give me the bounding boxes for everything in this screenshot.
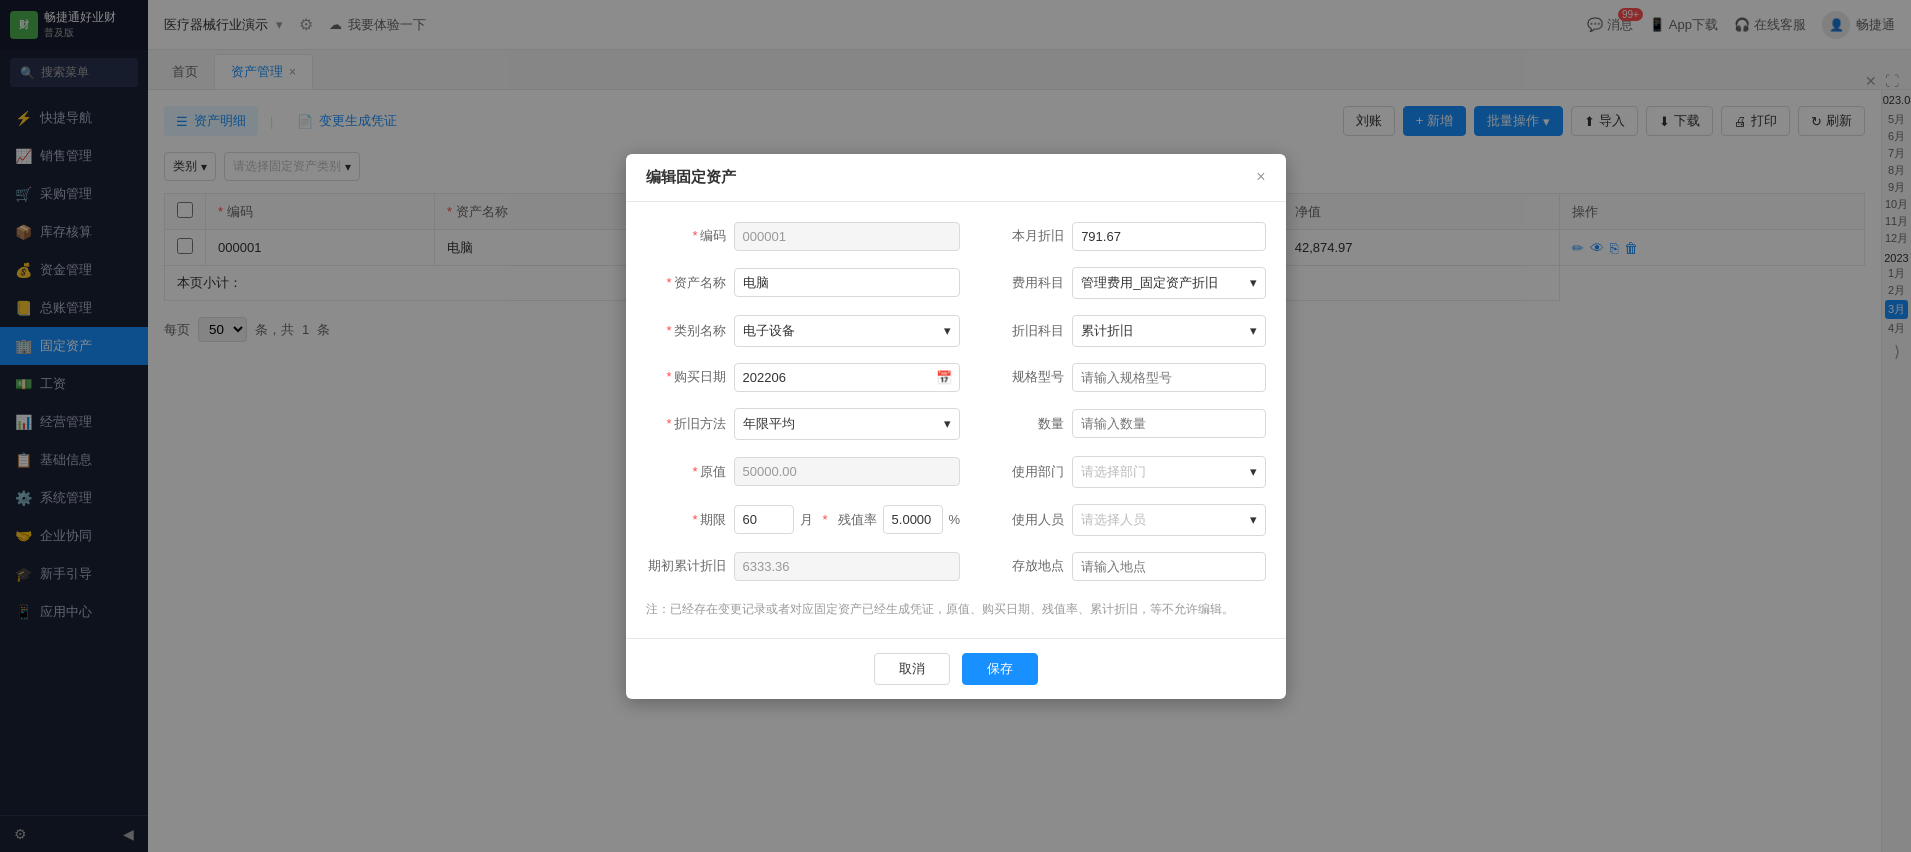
asset-name-label: *资产名称 <box>646 274 726 292</box>
monthly-depreciation-field: 本月折旧 <box>984 222 1265 251</box>
original-value-field: *原值 <box>646 456 961 488</box>
quantity-field: 数量 <box>984 408 1265 440</box>
spec-field: 规格型号 <box>984 363 1265 392</box>
purchase-date-label: *购买日期 <box>646 368 726 386</box>
monthly-depreciation-label: 本月折旧 <box>984 227 1064 245</box>
category-name-field: *类别名称 电子设备 ▾ <box>646 315 961 347</box>
depreciation-method-label: *折旧方法 <box>646 415 726 433</box>
original-value-input[interactable] <box>734 457 961 486</box>
asset-name-input[interactable] <box>734 268 961 297</box>
code-input[interactable] <box>734 222 961 251</box>
modal-footer: 取消 保存 <box>626 638 1286 699</box>
expense-subject-field: 费用科目 管理费用_固定资产折旧 ▾ <box>984 267 1265 299</box>
category-name-label: *类别名称 <box>646 322 726 340</box>
modal-overlay: 编辑固定资产 × *编码 本月折旧 <box>0 0 1911 852</box>
edit-asset-modal: 编辑固定资产 × *编码 本月折旧 <box>626 154 1286 699</box>
dept-dropdown-icon: ▾ <box>1250 464 1257 479</box>
quantity-input[interactable] <box>1072 409 1265 438</box>
expense-subject-select[interactable]: 管理费用_固定资产折旧 ▾ <box>1072 267 1265 299</box>
monthly-depreciation-input[interactable] <box>1072 222 1265 251</box>
dept-field: 使用部门 请选择部门 ▾ <box>984 456 1265 488</box>
calendar-icon[interactable]: 📅 <box>936 370 952 385</box>
code-field: *编码 <box>646 222 961 251</box>
asset-name-field: *资产名称 <box>646 267 961 299</box>
user-label: 使用人员 <box>984 511 1064 529</box>
initial-accumulated-field: 期初累计折旧 <box>646 552 961 581</box>
dept-select[interactable]: 请选择部门 ▾ <box>1072 456 1265 488</box>
depreciation-method-select[interactable]: 年限平均 ▾ <box>734 408 961 440</box>
form-note: 注：已经存在变更记录或者对应固定资产已经生成凭证，原值、购买日期、残值率、累计折… <box>646 601 1266 618</box>
depreciation-subject-field: 折旧科目 累计折旧 ▾ <box>984 315 1265 347</box>
modal-body: *编码 本月折旧 *资产名称 <box>626 202 1286 638</box>
purchase-date-field: *购买日期 📅 <box>646 363 961 392</box>
dept-label: 使用部门 <box>984 463 1064 481</box>
user-field: 使用人员 请选择人员 ▾ <box>984 504 1265 536</box>
location-input[interactable] <box>1072 552 1265 581</box>
initial-accumulated-label: 期初累计折旧 <box>646 557 726 575</box>
original-value-label: *原值 <box>646 463 726 481</box>
user-select[interactable]: 请选择人员 ▾ <box>1072 504 1265 536</box>
expense-subject-label: 费用科目 <box>984 274 1064 292</box>
depreciation-method-dropdown-icon: ▾ <box>944 416 951 431</box>
category-select[interactable]: 电子设备 ▾ <box>734 315 961 347</box>
code-label: *编码 <box>646 227 726 245</box>
period-inline: 月 * 残值率 % <box>734 505 961 534</box>
cancel-button[interactable]: 取消 <box>874 653 950 685</box>
residual-rate-input[interactable] <box>883 505 943 534</box>
period-label: *期限 <box>646 511 726 529</box>
depreciation-subject-dropdown-icon: ▾ <box>1250 323 1257 338</box>
expense-subject-dropdown-icon: ▾ <box>1250 275 1257 290</box>
depreciation-subject-select[interactable]: 累计折旧 ▾ <box>1072 315 1265 347</box>
form-grid: *编码 本月折旧 *资产名称 <box>646 222 1266 618</box>
spec-input[interactable] <box>1072 363 1265 392</box>
modal-title: 编辑固定资产 <box>646 168 736 187</box>
period-residual-field: *期限 月 * 残值率 % <box>646 504 961 536</box>
period-input[interactable] <box>734 505 794 534</box>
modal-header: 编辑固定资产 × <box>626 154 1286 202</box>
location-field: 存放地点 <box>984 552 1265 581</box>
purchase-date-input[interactable] <box>734 363 961 392</box>
quantity-label: 数量 <box>984 415 1064 433</box>
spec-label: 规格型号 <box>984 368 1064 386</box>
save-button[interactable]: 保存 <box>962 653 1038 685</box>
location-label: 存放地点 <box>984 557 1064 575</box>
category-dropdown-icon: ▾ <box>944 323 951 338</box>
user-dropdown-icon: ▾ <box>1250 512 1257 527</box>
modal-close-button[interactable]: × <box>1256 168 1265 186</box>
purchase-date-wrapper: 📅 <box>734 363 961 392</box>
initial-accumulated-input[interactable] <box>734 552 961 581</box>
depreciation-method-field: *折旧方法 年限平均 ▾ <box>646 408 961 440</box>
depreciation-subject-label: 折旧科目 <box>984 322 1064 340</box>
